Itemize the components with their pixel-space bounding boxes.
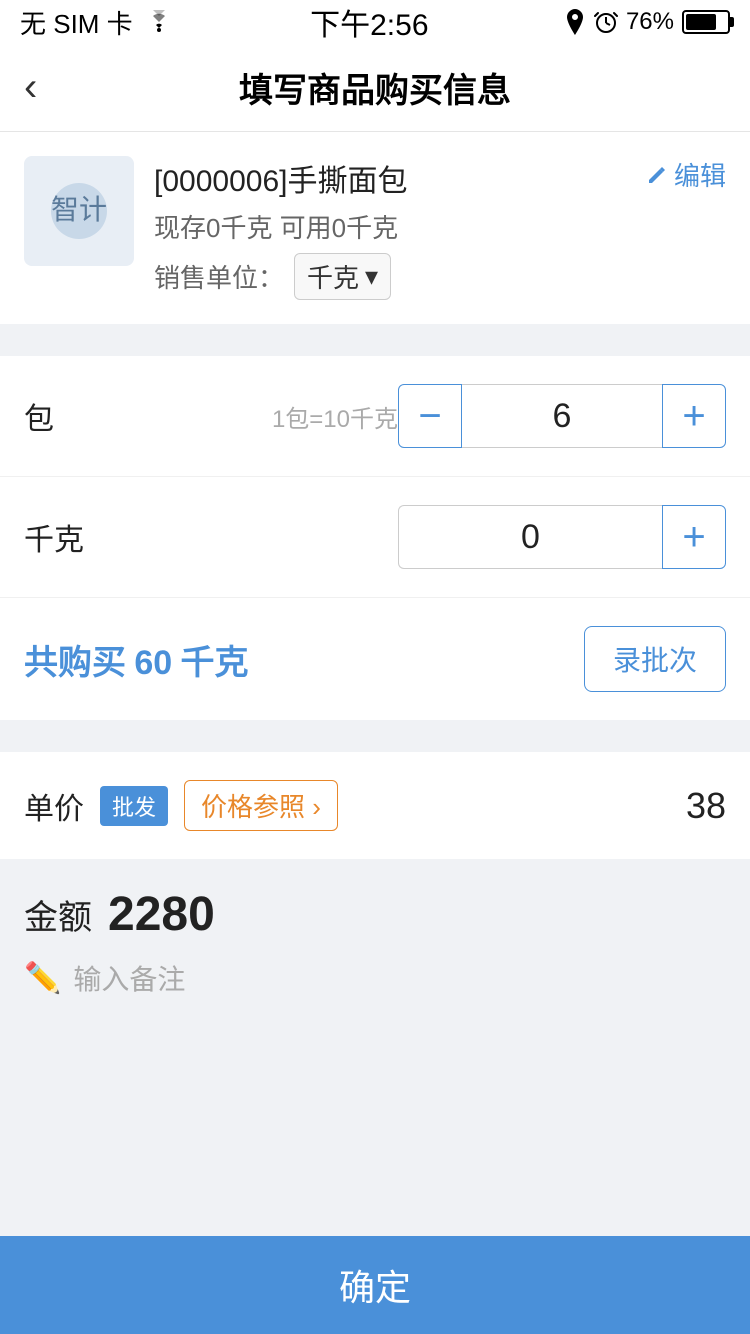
edit-button[interactable]: 编辑 [646,156,726,193]
amount-label: 金额 [24,890,92,939]
bag-quantity-row: 包 1包=10千克 − + [0,356,750,477]
dropdown-arrow-icon: ▾ [365,261,378,292]
bag-label: 包 [24,394,262,438]
sim-label: 无 SIM 卡 [20,4,133,41]
price-type-tag: 批发 [100,786,168,826]
confirm-button[interactable]: 确定 [0,1236,750,1334]
battery-percent: 76% [626,8,674,36]
bag-quantity-input[interactable] [462,384,662,448]
wifi-icon [143,10,175,34]
confirm-label: 确定 [339,1259,411,1311]
price-reference-button[interactable]: 价格参照 › [184,780,338,831]
kg-quantity-input[interactable] [398,505,662,569]
summary-text: 共购买 60 千克 [24,635,249,684]
bag-plus-button[interactable]: + [662,384,726,448]
product-stock: 现存0千克 可用0千克 [154,208,626,245]
unit-label: 销售单位： [154,258,284,295]
status-right: 76% [564,8,730,36]
summary-row: 共购买 60 千克 录批次 [0,598,750,720]
amount-section: 金额 2280 ✏️ 输入备注 [0,859,750,1014]
product-card: 智计 [0000006]手撕面包 现存0千克 可用0千克 销售单位： 千克 ▾ … [0,132,750,324]
price-section: 单价 批发 价格参照 › 38 [0,752,750,859]
status-time: 下午2:56 [310,0,428,44]
summary-amount: 60 [134,644,172,682]
bag-hint: 1包=10千克 [272,399,398,434]
divider-1 [0,340,750,356]
status-left: 无 SIM 卡 [20,4,175,41]
remark-row[interactable]: ✏️ 输入备注 [24,958,726,1014]
amount-row: 金额 2280 [24,887,726,942]
price-value: 38 [686,785,726,827]
divider-2 [0,720,750,736]
main-content: 智计 [0000006]手撕面包 现存0千克 可用0千克 销售单位： 千克 ▾ … [0,132,750,1112]
pencil-icon: ✏️ [24,961,61,996]
location-icon [564,9,586,35]
price-ref-label: 价格参照 › [201,787,321,824]
product-thumbnail: 智计 [24,156,134,266]
unit-select[interactable]: 千克 ▾ [294,253,391,300]
back-button[interactable]: ‹ [24,65,37,110]
summary-unit: 千克 [181,644,249,682]
amount-value: 2280 [108,887,215,942]
svg-text:智计: 智计 [51,194,107,225]
price-label: 单价 [24,784,84,828]
edit-icon [646,164,668,186]
battery-icon [682,10,730,34]
kg-quantity-row: 千克 + [0,477,750,598]
kg-label: 千克 [24,515,398,559]
product-name: [0000006]手撕面包 [154,156,626,200]
kg-plus-button[interactable]: + [662,505,726,569]
product-unit-row: 销售单位： 千克 ▾ [154,253,626,300]
bag-quantity-controls: − + [398,384,726,448]
product-logo-icon: 智计 [49,181,109,241]
edit-label: 编辑 [674,156,726,193]
remark-placeholder: 输入备注 [73,958,185,998]
alarm-icon [594,9,618,35]
summary-label: 共购买 [24,644,126,682]
unit-value: 千克 [307,258,359,295]
bag-minus-button[interactable]: − [398,384,462,448]
price-row: 单价 批发 价格参照 › 38 [24,780,726,831]
page-title: 填写商品购买信息 [239,63,511,112]
product-info: [0000006]手撕面包 现存0千克 可用0千克 销售单位： 千克 ▾ [154,156,626,300]
nav-bar: ‹ 填写商品购买信息 [0,44,750,132]
batch-button[interactable]: 录批次 [584,626,726,692]
kg-quantity-controls: + [398,505,726,569]
bag-quantity-section: 包 1包=10千克 − + 千克 + [0,356,750,598]
status-bar: 无 SIM 卡 下午2:56 76% [0,0,750,44]
